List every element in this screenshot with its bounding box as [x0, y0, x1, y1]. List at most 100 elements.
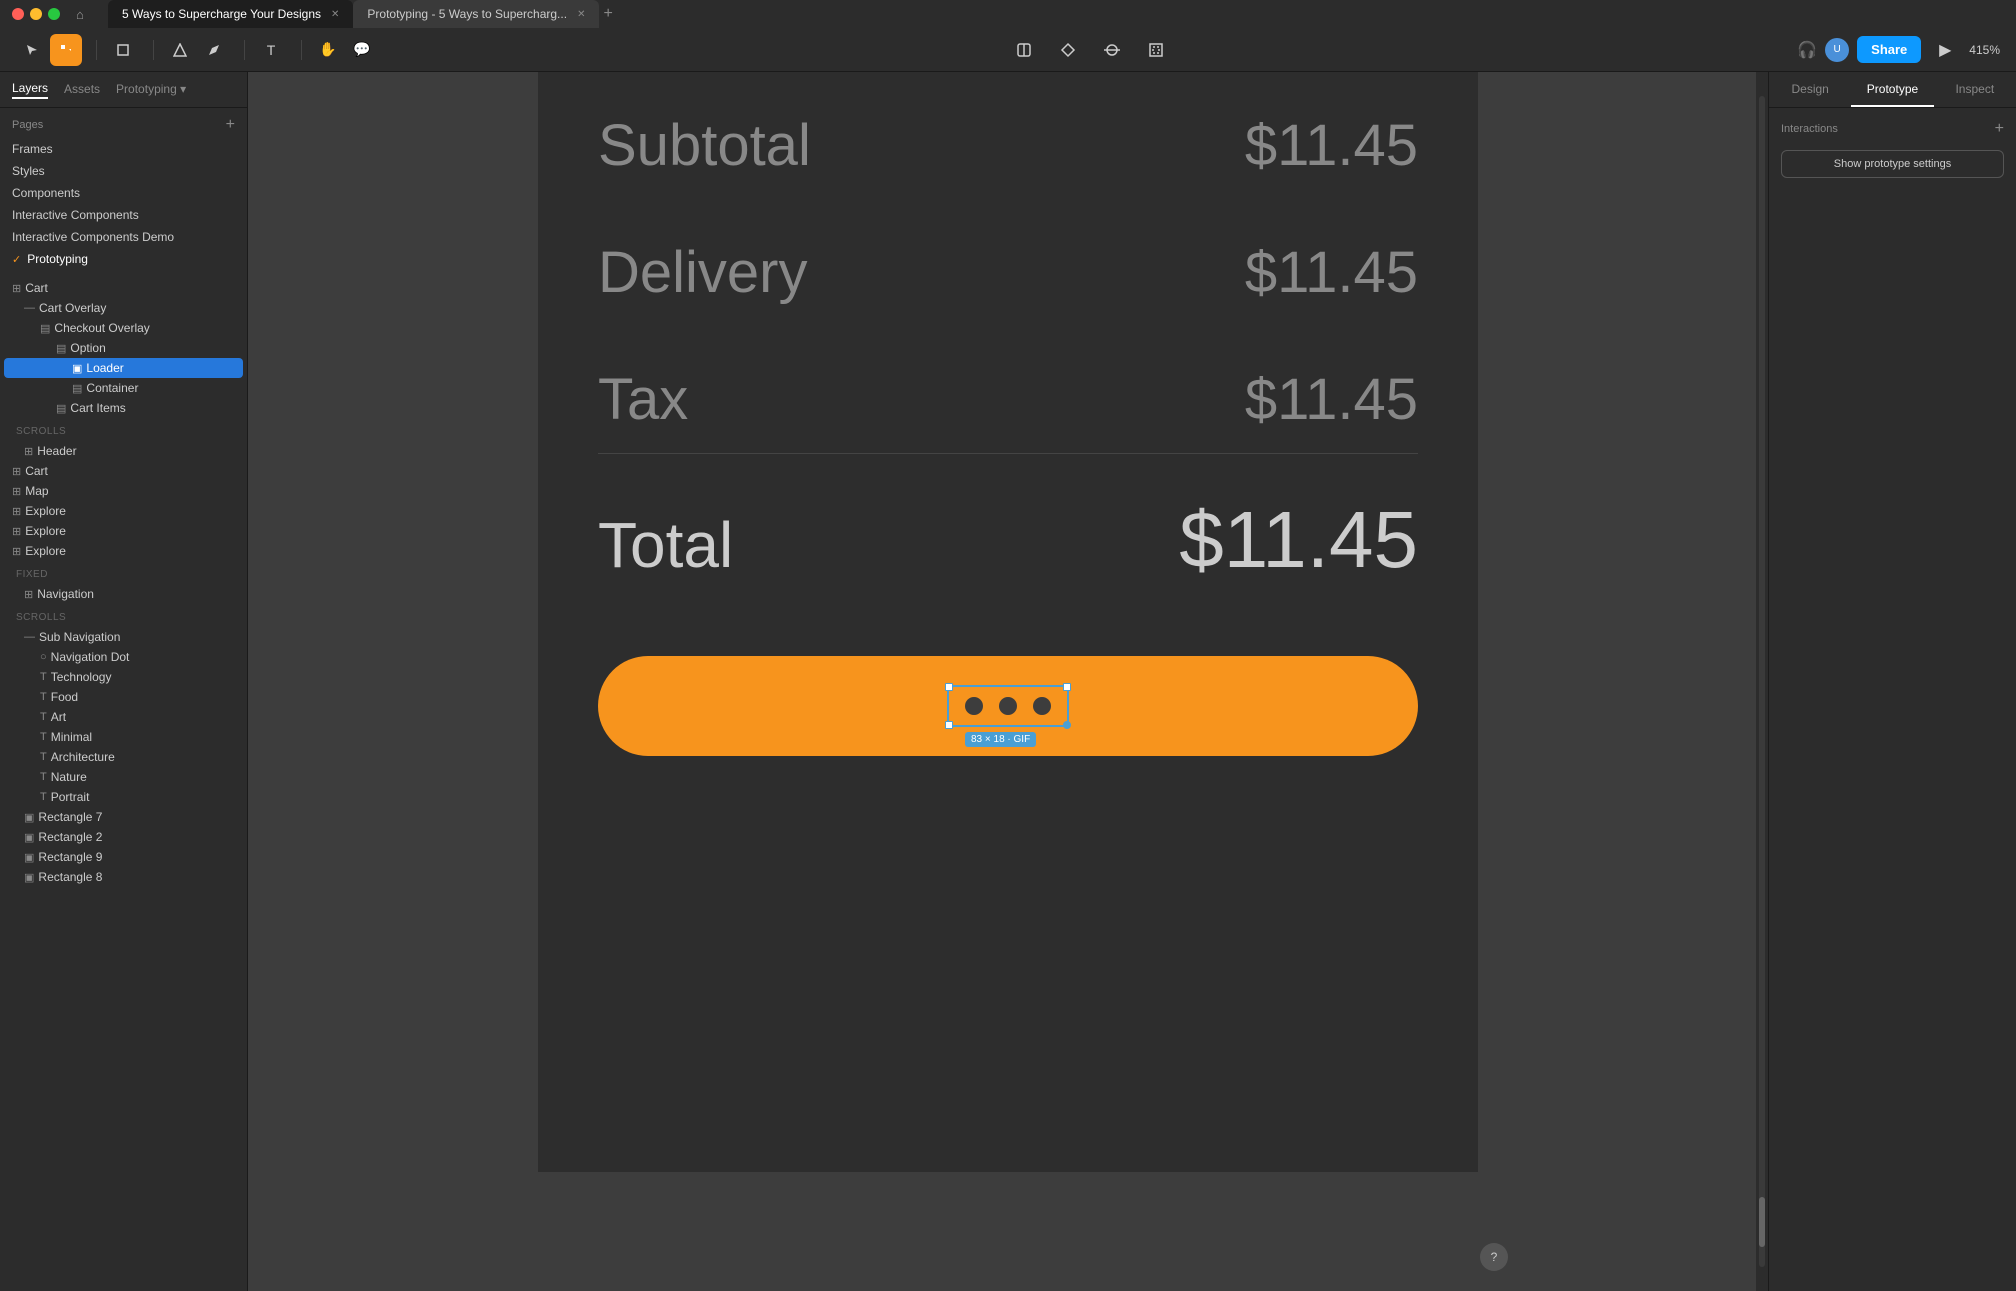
layer-technology[interactable]: T Technology	[4, 667, 243, 687]
subtotal-row: Subtotal $11.45	[538, 72, 1478, 199]
layer-icon: ▣	[24, 811, 34, 824]
layer-architecture[interactable]: T Architecture	[4, 747, 243, 767]
total-row: Total $11.45	[538, 454, 1478, 626]
add-interaction-button[interactable]: +	[1995, 120, 2004, 138]
tab-close-icon[interactable]: ✕	[577, 9, 585, 20]
layer-label: Option	[70, 341, 105, 355]
tool-shapes[interactable]	[164, 34, 196, 66]
page-prototyping[interactable]: ✓ Prototyping	[4, 248, 243, 270]
right-panel: Design Prototype Inspect Interactions + …	[1768, 72, 2016, 1291]
show-prototype-settings-button[interactable]: Show prototype settings	[1781, 150, 2004, 178]
layer-nav-dot[interactable]: ○ Navigation Dot	[4, 647, 243, 667]
layer-explore-1[interactable]: ⊞ Explore	[4, 501, 243, 521]
tab-design[interactable]: Design	[1769, 72, 1851, 107]
tool-hand[interactable]: ✋	[312, 34, 344, 66]
page-interactive-components-demo[interactable]: Interactive Components Demo	[4, 226, 243, 248]
layer-cart-2[interactable]: ⊞ Cart	[4, 461, 243, 481]
maximize-button[interactable]	[48, 8, 60, 20]
layer-header[interactable]: ⊞ Header	[4, 441, 243, 461]
tool-component[interactable]	[1052, 34, 1084, 66]
tool-frame[interactable]	[107, 34, 139, 66]
add-page-button[interactable]: +	[226, 116, 235, 134]
layer-food[interactable]: T Food	[4, 687, 243, 707]
handle-tl	[945, 683, 953, 691]
layer-icon: T	[40, 731, 47, 743]
toolbar-right: 🎧 U Share ▶ 415%	[1797, 34, 2000, 66]
tab-layers[interactable]: Layers	[12, 81, 48, 99]
help-button[interactable]: ?	[1480, 1243, 1508, 1271]
play-button[interactable]: ▶	[1929, 34, 1961, 66]
layer-explore-3[interactable]: ⊞ Explore	[4, 541, 243, 561]
new-tab-button[interactable]: +	[603, 5, 612, 23]
minimize-button[interactable]	[30, 8, 42, 20]
tab-prototyping[interactable]: Prototyping - 5 Ways to Supercharg... ✕	[353, 0, 599, 28]
tool-scale[interactable]	[50, 34, 82, 66]
scrollbar-thumb-v[interactable]	[1759, 1197, 1765, 1247]
layer-rect7[interactable]: ▣ Rectangle 7	[4, 807, 243, 827]
zoom-label: 415%	[1969, 43, 2000, 57]
total-value: $11.45	[1179, 494, 1418, 586]
layer-loader[interactable]: ▣ Loader	[4, 358, 243, 378]
layer-portrait[interactable]: T Portrait	[4, 787, 243, 807]
tab-prototype[interactable]: Prototype	[1851, 72, 1933, 107]
page-styles[interactable]: Styles	[4, 160, 243, 182]
layer-rect8[interactable]: ▣ Rectangle 8	[4, 867, 243, 887]
page-interactive-components[interactable]: Interactive Components	[4, 204, 243, 226]
handle-br	[1063, 721, 1071, 729]
page-frames[interactable]: Frames	[4, 138, 243, 160]
layer-map[interactable]: ⊞ Map	[4, 481, 243, 501]
tax-label: Tax	[598, 366, 688, 433]
layer-nature[interactable]: T Nature	[4, 767, 243, 787]
layers-section: ⊞ Cart — Cart Overlay ▤ Checkout Overlay…	[0, 278, 247, 1291]
tab-prototyping[interactable]: Prototyping ▾	[116, 82, 186, 98]
layer-label: Loader	[86, 361, 123, 375]
layer-cart-group[interactable]: ⊞ Cart	[4, 278, 243, 298]
cta-button[interactable]: 83 × 18 · GIF	[598, 656, 1418, 756]
vertical-scrollbar[interactable]	[1756, 72, 1768, 1291]
frame-display: Subtotal $11.45 Delivery $11.45 Tax $11.…	[538, 72, 1478, 1172]
pages-header: Pages +	[0, 108, 247, 138]
layer-icon: T	[40, 791, 47, 803]
tab-bar: 5 Ways to Supercharge Your Designs ✕ Pro…	[108, 0, 2004, 28]
layer-label: Checkout Overlay	[54, 321, 149, 335]
section-scrolls-label: SCROLLS	[0, 418, 247, 441]
layer-rect9[interactable]: ▣ Rectangle 9	[4, 847, 243, 867]
delivery-row: Delivery $11.45	[538, 199, 1478, 326]
layer-art[interactable]: T Art	[4, 707, 243, 727]
layer-container[interactable]: ▤ Container	[4, 378, 243, 398]
tab-close-icon[interactable]: ✕	[331, 9, 339, 20]
section-fixed-label: FIXED	[0, 561, 247, 584]
tool-mask[interactable]	[1096, 34, 1128, 66]
layer-option[interactable]: ▤ Option	[4, 338, 243, 358]
layer-explore-2[interactable]: ⊞ Explore	[4, 521, 243, 541]
tool-text[interactable]: T	[255, 34, 287, 66]
tool-group-move	[16, 34, 82, 66]
layer-sub-navigation[interactable]: — Sub Navigation	[4, 627, 243, 647]
layer-icon: ▣	[24, 871, 34, 884]
close-button[interactable]	[12, 8, 24, 20]
layer-checkout-overlay[interactable]: ▤ Checkout Overlay	[4, 318, 243, 338]
layer-rect2[interactable]: ▣ Rectangle 2	[4, 827, 243, 847]
page-components[interactable]: Components	[4, 182, 243, 204]
layer-label: Food	[51, 690, 78, 704]
tool-move[interactable]	[16, 34, 48, 66]
tab-assets[interactable]: Assets	[64, 82, 100, 98]
layer-label: Explore	[25, 504, 66, 518]
layer-label: Map	[25, 484, 48, 498]
tab-inspect[interactable]: Inspect	[1934, 72, 2016, 107]
layer-label: Rectangle 2	[38, 830, 102, 844]
layer-cart-overlay[interactable]: — Cart Overlay	[4, 298, 243, 318]
tool-comment[interactable]: 💬	[346, 34, 378, 66]
tool-pen[interactable]	[198, 34, 230, 66]
share-button[interactable]: Share	[1857, 36, 1921, 63]
pages-list: Frames Styles Components Interactive Com…	[0, 138, 247, 278]
tab-designs[interactable]: 5 Ways to Supercharge Your Designs ✕	[108, 0, 353, 28]
layer-navigation[interactable]: ⊞ Navigation	[4, 584, 243, 604]
canvas-area[interactable]: Subtotal $11.45 Delivery $11.45 Tax $11.…	[248, 72, 1768, 1291]
tab-label: Prototyping - 5 Ways to Supercharg...	[367, 7, 567, 21]
layer-minimal[interactable]: T Minimal	[4, 727, 243, 747]
layer-cart-items[interactable]: ▤ Cart Items	[4, 398, 243, 418]
home-icon[interactable]: ⌂	[76, 6, 92, 22]
tool-slice[interactable]	[1140, 34, 1172, 66]
tool-align[interactable]	[1008, 34, 1040, 66]
